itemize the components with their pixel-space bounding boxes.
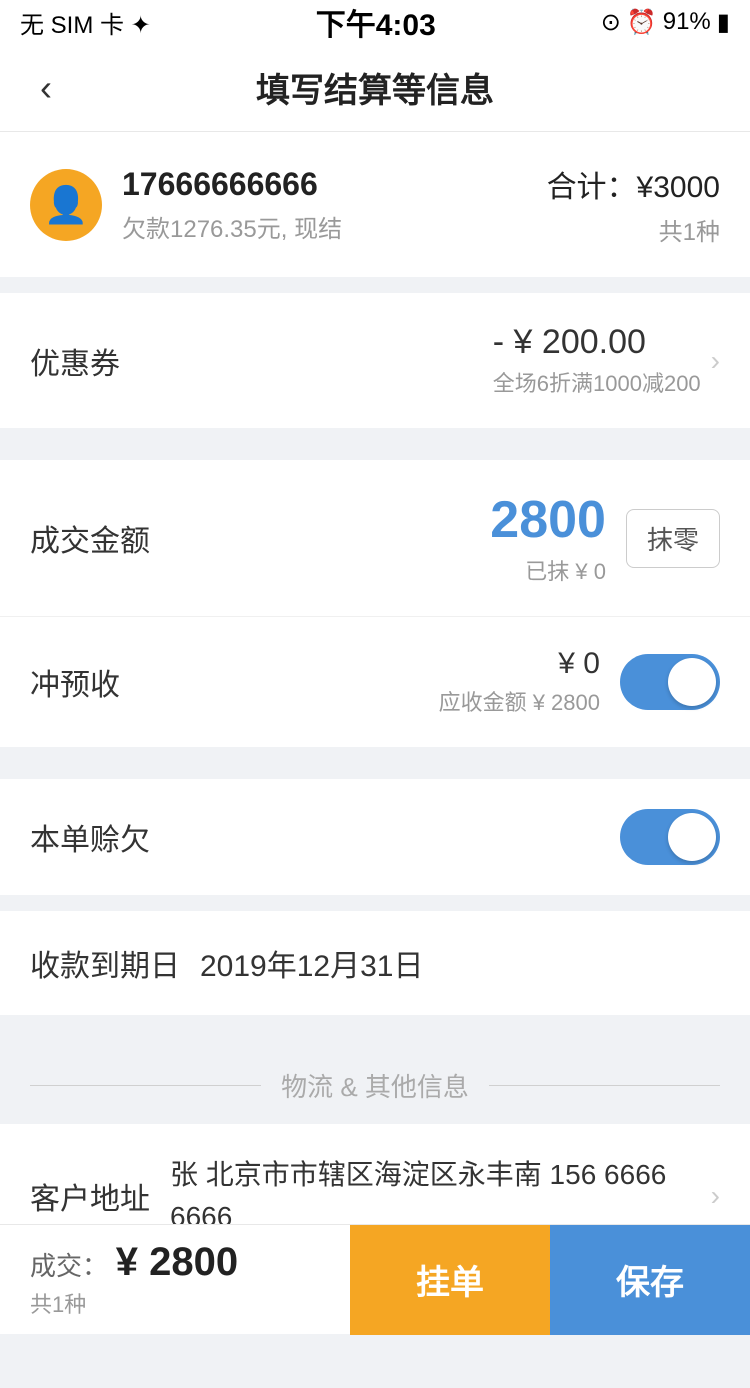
debit-toggle[interactable]	[620, 809, 720, 865]
coupon-desc: 全场6折满1000减200	[493, 366, 701, 398]
debit-row: 本单赊欠	[0, 779, 750, 895]
section-divider-1	[0, 444, 750, 460]
prepaid-row: 冲预收 ¥ 0 应收金额 ¥ 2800	[0, 616, 750, 747]
hold-button[interactable]: 挂单	[350, 1225, 550, 1335]
back-button[interactable]: ‹	[30, 57, 62, 119]
prepaid-sub: 应收金额 ¥ 2800	[439, 685, 600, 717]
bottom-total-amount: ¥ 2800	[116, 1240, 238, 1284]
avatar: 👤	[30, 169, 102, 241]
coupon-label: 优惠券	[30, 339, 120, 383]
avatar-icon: 👤	[44, 184, 89, 226]
status-bar: 无 SIM 卡 ✦ 下午4:03 ⊙ ⏰ 91% ▮	[0, 0, 750, 44]
due-date-value: 2019年12月31日	[200, 941, 423, 985]
bottom-count: 共1种	[30, 1287, 320, 1319]
debit-toggle-knob	[668, 813, 716, 861]
status-right: ⊙ ⏰ 91% ▮	[601, 8, 730, 37]
bottom-total-row: 成交： ¥ 2800	[30, 1240, 320, 1285]
customer-left: 👤 17666666666 欠款1276.35元, 现结	[30, 166, 342, 244]
prepaid-right: ¥ 0 应收金额 ¥ 2800	[439, 647, 720, 717]
logistics-text: 物流 & 其他信息	[261, 1067, 489, 1104]
bottom-bar: 成交： ¥ 2800 共1种 挂单 保存	[0, 1224, 750, 1334]
prepaid-value-wrap: ¥ 0 应收金额 ¥ 2800	[439, 647, 600, 717]
coupon-right: - ¥ 200.00 全场6折满1000减200 ›	[493, 323, 720, 398]
amount-right: 2800 已抹 ¥ 0 抹零	[490, 490, 720, 586]
customer-info: 17666666666 欠款1276.35元, 现结	[122, 166, 342, 244]
trade-amount-section: 成交金额 2800 已抹 ¥ 0 抹零 冲预收 ¥ 0 应收金额 ¥ 2800	[0, 460, 750, 747]
total-count: 共1种	[547, 212, 720, 247]
battery-icon: ▮	[717, 8, 730, 37]
amount-label: 成交金额	[30, 516, 150, 560]
prepaid-label: 冲预收	[30, 660, 120, 704]
save-button[interactable]: 保存	[550, 1225, 750, 1335]
amount-value-wrap: 2800 已抹 ¥ 0	[490, 490, 606, 586]
content: 👤 17666666666 欠款1276.35元, 现结 合计：¥3000 共1…	[0, 132, 750, 1388]
location-icon: ⊙	[601, 8, 621, 37]
customer-phone: 17666666666	[122, 166, 342, 203]
logistics-line-right	[489, 1085, 720, 1086]
sim-status: 无 SIM 卡 ✦	[20, 5, 151, 40]
total-amount: 合计：¥3000	[547, 162, 720, 206]
prepaid-value: ¥ 0	[439, 647, 600, 681]
due-date-row: 收款到期日 2019年12月31日	[0, 911, 750, 1015]
coupon-row[interactable]: 优惠券 - ¥ 200.00 全场6折满1000减200 ›	[0, 293, 750, 428]
round-button[interactable]: 抹零	[626, 509, 720, 568]
coupon-info: - ¥ 200.00 全场6折满1000减200	[493, 323, 701, 398]
address-label: 客户地址	[30, 1174, 150, 1218]
status-left: 无 SIM 卡 ✦	[20, 5, 151, 40]
coupon-discount: - ¥ 200.00	[493, 323, 701, 362]
battery-level: 91%	[663, 8, 711, 36]
bottom-summary: 成交： ¥ 2800 共1种	[0, 1240, 350, 1319]
toggle-knob	[668, 658, 716, 706]
customer-right: 合计：¥3000 共1种	[547, 162, 720, 247]
address-chevron-icon: ›	[711, 1180, 720, 1212]
amount-row: 成交金额 2800 已抹 ¥ 0 抹零	[0, 460, 750, 616]
customer-sub: 欠款1276.35元, 现结	[122, 209, 342, 244]
page-title: 填写结算等信息	[256, 63, 494, 112]
section-divider-3	[0, 1031, 750, 1047]
section-divider-2	[0, 763, 750, 779]
status-time: 下午4:03	[316, 0, 436, 44]
alarm-icon: ⏰	[627, 8, 657, 37]
logistics-line-left	[30, 1085, 261, 1086]
chevron-right-icon: ›	[711, 345, 720, 377]
customer-card: 👤 17666666666 欠款1276.35元, 现结 合计：¥3000 共1…	[0, 132, 750, 277]
amount-value: 2800	[490, 491, 606, 549]
nav-bar: ‹ 填写结算等信息	[0, 44, 750, 132]
amount-sub: 已抹 ¥ 0	[490, 554, 606, 586]
logistics-divider: 物流 & 其他信息	[0, 1047, 750, 1124]
bottom-total-label: 成交：	[30, 1251, 108, 1281]
debit-label: 本单赊欠	[30, 815, 150, 859]
due-date-label: 收款到期日	[30, 941, 180, 985]
prepaid-toggle[interactable]	[620, 654, 720, 710]
